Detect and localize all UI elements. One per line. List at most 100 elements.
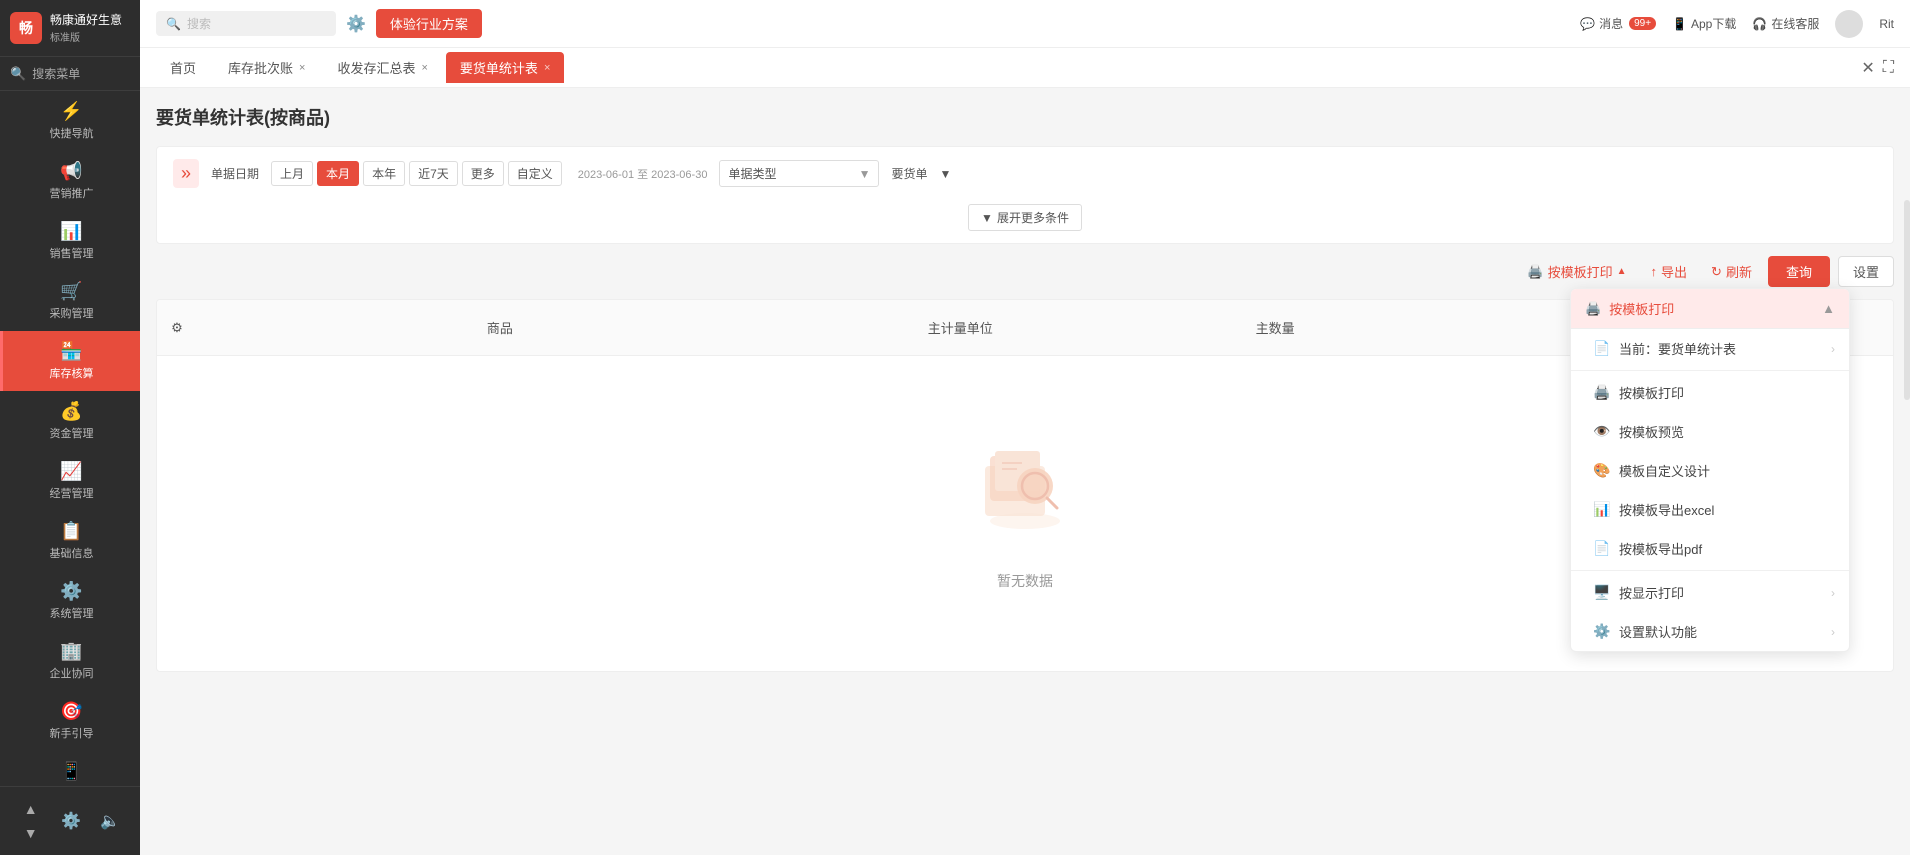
operations-icon: 📈 (60, 461, 82, 482)
topbar-gear-icon[interactable]: ⚙️ (346, 14, 366, 34)
tabbar-right: ✕ ⛶ (1861, 58, 1894, 78)
date-btn-this-year[interactable]: 本年 (363, 161, 405, 186)
sidebar-item-operations[interactable]: 📈 经营管理 (0, 451, 140, 511)
marketing-icon: 📢 (60, 161, 82, 182)
tab-inventory-batch-label: 库存批次账 (228, 58, 293, 77)
trial-button[interactable]: 体验行业方案 (376, 9, 482, 38)
template-export-excel-label: 按模板导出excel (1619, 500, 1714, 519)
volume-icon[interactable]: 🔈 (100, 811, 120, 831)
date-btn-custom[interactable]: 自定义 (508, 161, 562, 186)
tab-inventory-batch[interactable]: 库存批次账 × (214, 52, 319, 83)
dropdown-divider-1 (1571, 370, 1849, 371)
tab-receipt-summary-close[interactable]: × (421, 62, 427, 74)
sidebar-nav: ⚡ 快捷导航 📢 营销推广 📊 销售管理 🛒 采购管理 🏪 库存核算 💰 资金管… (0, 91, 140, 786)
export-button[interactable]: ↑ 导出 (1643, 256, 1696, 287)
topbar-search[interactable]: 🔍 搜索 (156, 11, 336, 36)
service-icon: 🎧 (1752, 17, 1767, 31)
filter-expand-icon[interactable]: » (173, 159, 199, 188)
online-service-button[interactable]: 🎧 在线客服 (1752, 15, 1819, 32)
dropdown-header: 🖨️ 按模板打印 ▲ (1571, 289, 1849, 329)
scroll-up-button[interactable]: ▲ (20, 797, 42, 821)
tab-order-summary[interactable]: 要货单统计表 × (446, 52, 564, 83)
tab-receipt-summary[interactable]: 收发存汇总表 × (323, 52, 441, 83)
dropdown-item-template-export-pdf[interactable]: 📄 按模板导出pdf (1571, 529, 1849, 568)
export-icon: ↑ (1651, 264, 1658, 279)
printer-icon: 🖨️ (1527, 264, 1543, 280)
sidebar-item-finance[interactable]: 💰 资金管理 (0, 391, 140, 451)
type-filter-select[interactable]: 单据类型 ▼ (719, 160, 879, 187)
template-design-icon: 🎨 (1593, 462, 1611, 479)
template-preview-icon: 👁️ (1593, 423, 1611, 440)
resize-handle[interactable] (1904, 200, 1910, 400)
print-template-label: 按模板打印 (1548, 262, 1613, 281)
export-label: 导出 (1661, 262, 1687, 281)
chevron-up-icon-header[interactable]: ▲ (1822, 301, 1835, 316)
scroll-down-button[interactable]: ▼ (20, 821, 42, 845)
excel-icon: 📊 (1593, 501, 1611, 518)
sidebar-item-basic[interactable]: 📋 基础信息 (0, 511, 140, 571)
dropdown-item-template-preview[interactable]: 👁️ 按模板预览 (1571, 412, 1849, 451)
pdf-icon: 📄 (1593, 540, 1611, 557)
sidebar-item-label: 系统管理 (50, 605, 94, 621)
chevron-right-icon-display: › (1831, 586, 1835, 600)
sidebar-search[interactable]: 🔍 搜索菜单 (0, 57, 140, 91)
sidebar-item-inventory[interactable]: 🏪 库存核算 (0, 331, 140, 391)
display-icon: 🖥️ (1593, 584, 1611, 601)
settings-button[interactable]: 设置 (1838, 256, 1894, 287)
sidebar-item-label: 基础信息 (50, 545, 94, 561)
tab-home[interactable]: 首页 (156, 52, 210, 83)
sidebar-item-system[interactable]: ⚙️ 系统管理 (0, 571, 140, 631)
settings-icon[interactable]: ⚙️ (61, 811, 81, 831)
app-download-button[interactable]: 📱 App下载 (1672, 15, 1736, 32)
sidebar-item-enterprise[interactable]: 🏢 企业协同 (0, 631, 140, 691)
tab-inventory-batch-close[interactable]: × (299, 62, 305, 74)
action-bar: 🖨️ 按模板打印 ▲ ↑ 导出 ↻ 刷新 查询 设置 (156, 256, 1894, 287)
th-settings[interactable]: ⚙ (157, 312, 197, 344)
tab-close-icon[interactable]: ✕ (1861, 58, 1874, 78)
chevron-up-icon: ▲ (1617, 266, 1627, 277)
sidebar-item-apps[interactable]: 📱 应用中心 (0, 751, 140, 786)
dropdown-display-print[interactable]: 🖥️ 按显示打印 › (1571, 573, 1849, 612)
sidebar-item-sales[interactable]: 📊 销售管理 (0, 211, 140, 271)
messages-icon: 💬 (1580, 17, 1595, 31)
dropdown-current-template[interactable]: 📄 当前：要货单统计表 › (1571, 329, 1849, 368)
sidebar-item-label: 库存核算 (50, 365, 94, 381)
expand-more-button[interactable]: ▼ 展开更多条件 (968, 204, 1082, 231)
sidebar-item-shortcut[interactable]: ⚡ 快捷导航 (0, 91, 140, 151)
sidebar-item-newbie[interactable]: 🎯 新手引导 (0, 691, 140, 751)
printer-icon-header: 🖨️ (1585, 301, 1601, 317)
dropdown-item-template-design[interactable]: 🎨 模板自定义设计 (1571, 451, 1849, 490)
date-range-text: 2023-06-01 至 2023-06-30 (578, 166, 708, 182)
dropdown-title-label: 按模板打印 (1609, 299, 1674, 318)
app-logo-icon: 畅 (10, 12, 42, 44)
tab-maximize-icon[interactable]: ⛶ (1883, 59, 1894, 77)
sidebar-item-purchase[interactable]: 🛒 采购管理 (0, 271, 140, 331)
messages-button[interactable]: 💬 消息 99+ (1580, 15, 1656, 32)
query-button[interactable]: 查询 (1768, 256, 1830, 287)
current-template-label: 当前：要货单统计表 (1619, 339, 1736, 358)
basic-icon: 📋 (60, 521, 82, 542)
tab-order-summary-close[interactable]: × (544, 62, 550, 74)
dropdown-item-template-export-excel[interactable]: 📊 按模板导出excel (1571, 490, 1849, 529)
type-filter-label: 单据类型 (728, 165, 776, 182)
date-btn-7days[interactable]: 近7天 (409, 161, 458, 186)
date-btn-this-month[interactable]: 本月 (317, 161, 359, 186)
messages-badge: 99+ (1629, 17, 1656, 30)
default-settings-icon: ⚙️ (1593, 623, 1611, 640)
date-btn-more[interactable]: 更多 (462, 161, 504, 186)
avatar[interactable] (1835, 10, 1863, 38)
chevron-down-icon: ▼ (859, 167, 871, 181)
refresh-button[interactable]: ↻ 刷新 (1703, 256, 1760, 287)
sidebar-scroll-controls: ▲ ▼ (20, 797, 42, 845)
tab-receipt-summary-label: 收发存汇总表 (337, 58, 415, 77)
content-area: 要货单统计表(按商品) » 单据日期 上月 本月 本年 近7天 更多 自定义 2… (140, 88, 1910, 855)
refresh-icon: ↻ (1711, 264, 1722, 280)
dropdown-item-template-print[interactable]: 🖨️ 按模板打印 (1571, 373, 1849, 412)
chevron-right-icon: » (181, 163, 191, 184)
sidebar-item-marketing[interactable]: 📢 营销推广 (0, 151, 140, 211)
date-btn-last-month[interactable]: 上月 (271, 161, 313, 186)
print-template-button[interactable]: 🖨️ 按模板打印 ▲ (1519, 256, 1634, 287)
sidebar-item-label: 销售管理 (50, 245, 94, 261)
dropdown-default-settings[interactable]: ⚙️ 设置默认功能 › (1571, 612, 1849, 651)
topbar-search-icon: 🔍 (166, 17, 181, 31)
